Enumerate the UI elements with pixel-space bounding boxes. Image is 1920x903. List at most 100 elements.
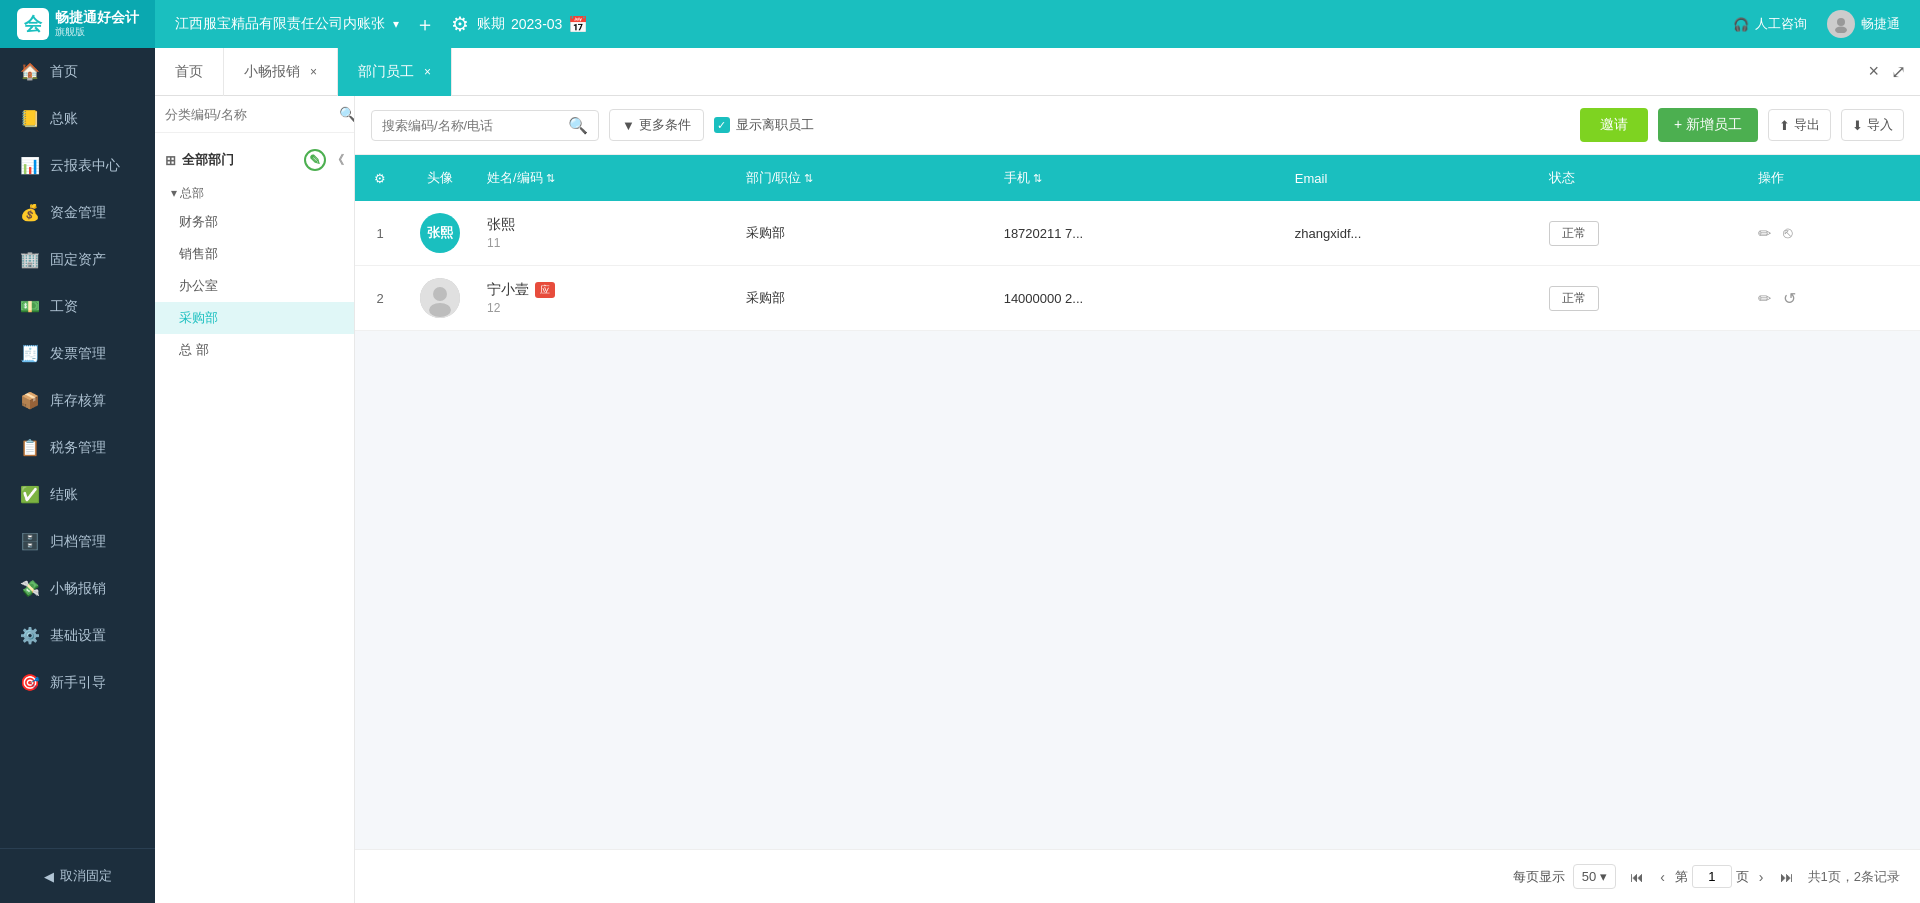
avatar-img xyxy=(420,278,460,318)
edit-icon[interactable]: ✏ xyxy=(1758,224,1771,243)
calendar-icon[interactable]: 📅 xyxy=(568,15,588,34)
first-page-button[interactable]: ⏮ xyxy=(1624,867,1650,887)
sidebar-item-settings[interactable]: ⚙️ 基础设置 xyxy=(0,612,155,659)
sidebar-item-invoice[interactable]: 🧾 发票管理 xyxy=(0,330,155,377)
tab-home[interactable]: 首页 xyxy=(155,48,224,96)
payroll-icon: 💵 xyxy=(20,297,40,316)
dept-node-office[interactable]: 办公室 xyxy=(155,270,354,302)
export-button[interactable]: ⬆ 导出 xyxy=(1768,109,1831,141)
maximize-button[interactable]: ⤢ xyxy=(1887,57,1910,87)
search-input[interactable] xyxy=(382,118,562,133)
edit-icon[interactable]: ✏ xyxy=(1758,289,1771,308)
sidebar-item-capital[interactable]: 💰 资金管理 xyxy=(0,189,155,236)
status-badge: 正常 xyxy=(1549,286,1599,311)
sidebar-item-tax[interactable]: 📋 税务管理 xyxy=(0,424,155,471)
dept-node-purchase[interactable]: 采购部 xyxy=(155,302,354,334)
settings-button[interactable]: ⚙ xyxy=(451,12,469,36)
filter-icon: ▼ xyxy=(622,118,635,133)
close-expense-tab-icon[interactable]: × xyxy=(310,65,317,79)
page-input[interactable] xyxy=(1692,865,1732,888)
tab-department[interactable]: 部门员工 × xyxy=(338,48,452,96)
sidebar-item-expense[interactable]: 💸 小畅报销 xyxy=(0,565,155,612)
table-row: 1 张熙 张熙 11 采购部 xyxy=(355,201,1920,266)
tab-bar: 首页 小畅报销 × 部门员工 × × ⤢ xyxy=(155,48,1920,96)
tab-expense-label: 小畅报销 xyxy=(244,63,300,81)
tab-right-controls: × ⤢ xyxy=(1864,57,1920,87)
sidebar-label: 固定资产 xyxy=(50,251,106,269)
filter-button[interactable]: ▼ 更多条件 xyxy=(609,109,704,141)
search-icon[interactable]: 🔍 xyxy=(568,116,588,135)
dept-node-sales[interactable]: 销售部 xyxy=(155,238,354,270)
status-badge-red: 应 xyxy=(535,282,555,298)
ledger-icon: 📒 xyxy=(20,109,40,128)
page-body: 🔍 ⊞ 全部部门 ✎ 《 xyxy=(155,96,1920,903)
toolbar: 🔍 ▼ 更多条件 ✓ 显示离职员工 邀请 + 新增员工 ⬆ xyxy=(355,96,1920,155)
support-button[interactable]: 🎧 人工咨询 xyxy=(1733,15,1807,33)
tab-department-label: 部门员工 xyxy=(358,63,414,81)
guide-icon: 🎯 xyxy=(20,673,40,692)
import-button[interactable]: ⬇ 导入 xyxy=(1841,109,1904,141)
close-tab-button[interactable]: × xyxy=(1864,57,1883,86)
col-name[interactable]: 姓名/编码 xyxy=(475,155,734,201)
sidebar-item-ledger[interactable]: 📒 总账 xyxy=(0,95,155,142)
next-page-button[interactable]: › xyxy=(1753,867,1770,887)
row-name-cell: 宁小壹 应 12 xyxy=(475,266,734,331)
pagination: 每页显示 50 ▾ ⏮ ‹ 第 页 › ⏭ 共1页，2条记录 xyxy=(355,849,1920,903)
sidebar-item-inventory[interactable]: 📦 库存核算 xyxy=(0,377,155,424)
sidebar-item-closing[interactable]: ✅ 结账 xyxy=(0,471,155,518)
prev-page-button[interactable]: ‹ xyxy=(1654,867,1671,887)
sidebar-item-payroll[interactable]: 💵 工资 xyxy=(0,283,155,330)
sidebar-bottom: ◀ 取消固定 xyxy=(0,848,155,903)
reports-icon: 📊 xyxy=(20,156,40,175)
add-button[interactable]: ＋ xyxy=(415,11,435,38)
sidebar-item-reports[interactable]: 📊 云报表中心 xyxy=(0,142,155,189)
resigned-checkbox[interactable]: ✓ xyxy=(714,117,730,133)
show-resigned-toggle[interactable]: ✓ 显示离职员工 xyxy=(714,116,814,134)
user-area[interactable]: 畅捷通 xyxy=(1827,10,1900,38)
dept-group-label: ▾ 总部 xyxy=(155,179,354,206)
sidebar-item-archive[interactable]: 🗄️ 归档管理 xyxy=(0,518,155,565)
unpin-button[interactable]: ◀ 取消固定 xyxy=(0,859,155,893)
row-avatar-cell: 张熙 xyxy=(405,201,475,266)
sidebar-label: 发票管理 xyxy=(50,345,106,363)
last-page-button[interactable]: ⏭ xyxy=(1774,867,1800,887)
dept-edit-button[interactable]: ✎ xyxy=(304,149,326,171)
sidebar-label: 小畅报销 xyxy=(50,580,106,598)
dept-header-left: ⊞ 全部部门 xyxy=(165,151,234,169)
dept-search-icon[interactable]: 🔍 xyxy=(339,106,355,122)
row-email-cell: zhangxidf... xyxy=(1283,201,1538,266)
closing-icon: ✅ xyxy=(20,485,40,504)
sidebar-item-guide[interactable]: 🎯 新手引导 xyxy=(0,659,155,706)
add-employee-button[interactable]: + 新增员工 xyxy=(1658,108,1758,142)
export-label: 导出 xyxy=(1794,116,1820,134)
page-size-select[interactable]: 50 ▾ xyxy=(1573,864,1616,889)
dept-search-input[interactable] xyxy=(165,107,333,122)
svg-point-0 xyxy=(1837,18,1845,26)
row-dept-cell: 采购部 xyxy=(734,201,992,266)
sidebar-label: 税务管理 xyxy=(50,439,106,457)
company-name: 江西服宝精品有限责任公司内账张 xyxy=(175,15,385,33)
sidebar-label: 基础设置 xyxy=(50,627,106,645)
sidebar-item-home[interactable]: 🏠 首页 xyxy=(0,48,155,95)
delete-icon[interactable]: ↺ xyxy=(1783,289,1796,308)
col-avatar: 头像 xyxy=(405,155,475,201)
svg-point-3 xyxy=(433,287,447,301)
tab-expense[interactable]: 小畅报销 × xyxy=(224,48,338,96)
expand-icon[interactable]: ▾ xyxy=(171,186,177,200)
col-phone[interactable]: 手机 xyxy=(992,155,1283,201)
sidebar-item-assets[interactable]: 🏢 固定资产 xyxy=(0,236,155,283)
dept-collapse-icon[interactable]: 《 xyxy=(332,152,344,169)
invite-button[interactable]: 邀请 xyxy=(1580,108,1648,142)
col-settings[interactable]: ⚙ xyxy=(355,155,405,201)
dept-all-header[interactable]: ⊞ 全部部门 ✎ 《 xyxy=(155,141,354,179)
close-dept-tab-icon[interactable]: × xyxy=(424,65,431,79)
col-dept[interactable]: 部门/职位 xyxy=(734,155,992,201)
employee-name: 张熙 xyxy=(487,216,722,234)
employee-code: 12 xyxy=(487,301,722,315)
support-label: 人工咨询 xyxy=(1755,15,1807,33)
dept-node-hq[interactable]: 总 部 xyxy=(155,334,354,366)
all-dept-label: 全部部门 xyxy=(182,151,234,169)
dept-node-finance[interactable]: 财务部 xyxy=(155,206,354,238)
per-page-dropdown-icon[interactable]: ▾ xyxy=(1600,869,1607,884)
logout-icon[interactable]: ⎋ xyxy=(1783,224,1793,242)
